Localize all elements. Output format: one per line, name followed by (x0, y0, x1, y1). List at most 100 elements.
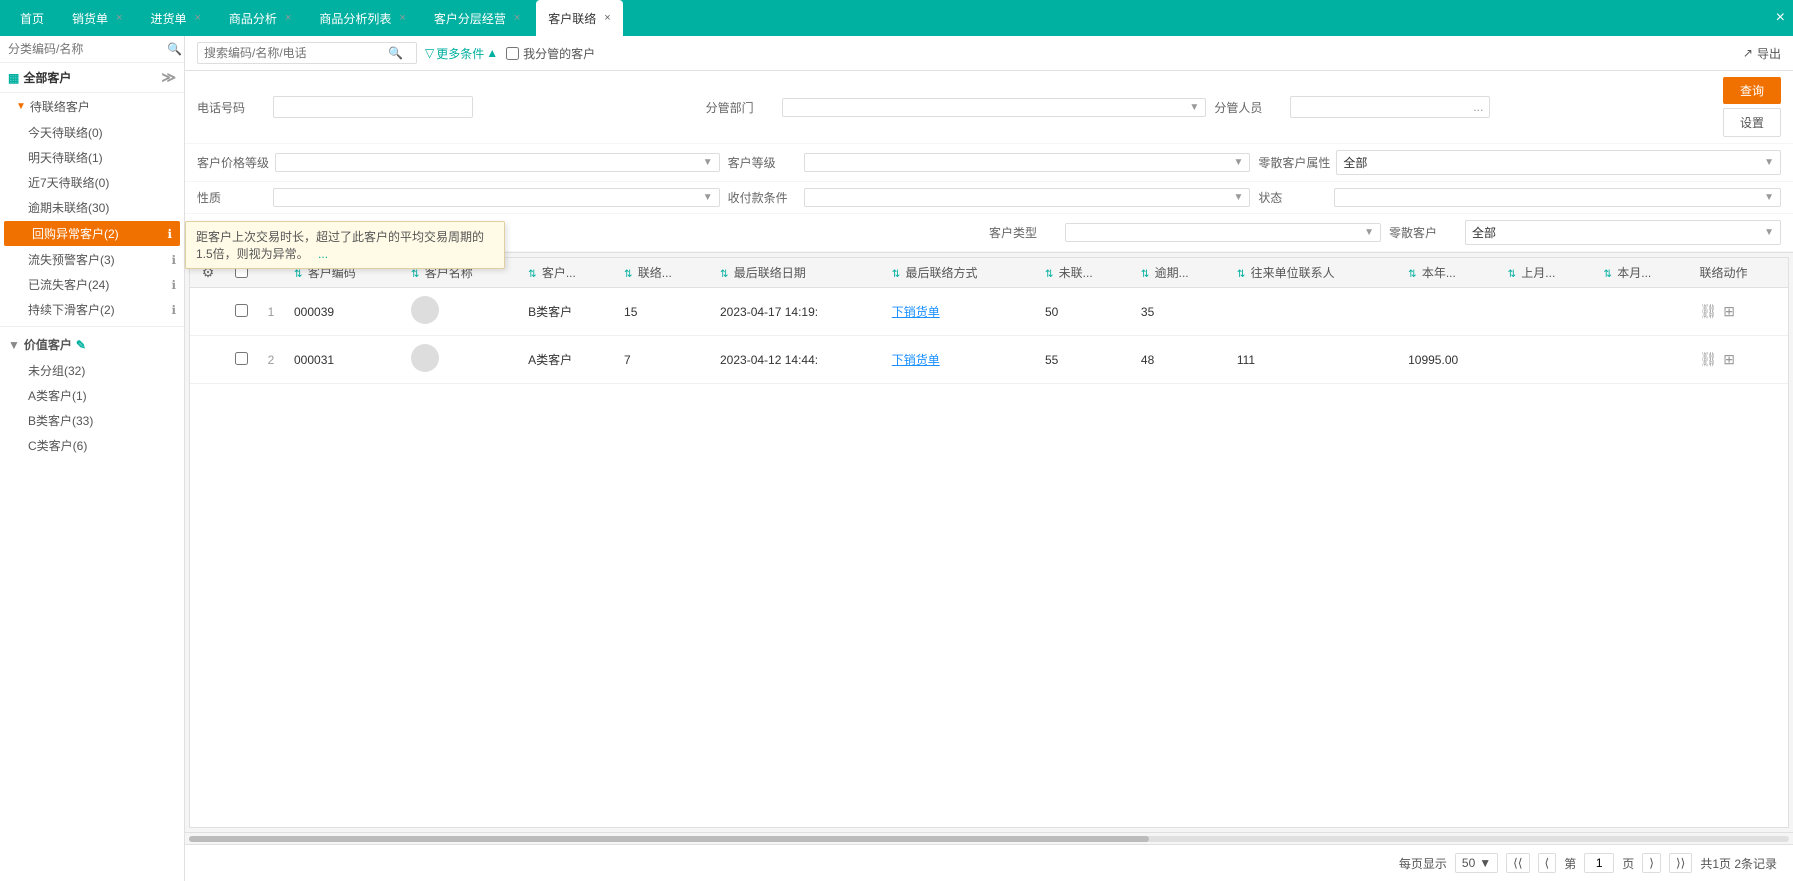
nav-tab-sales[interactable]: 销货单 × (60, 0, 134, 36)
sidebar-group-pending[interactable]: ▼ 待联络客户 (0, 93, 184, 120)
row2-action-grid-icon[interactable]: ⊞ (1723, 351, 1735, 368)
phone-input[interactable] (273, 96, 473, 118)
row1-last-contact-method[interactable]: 下销货单 (884, 288, 1037, 336)
my-customers-checkbox[interactable]: 我分管的客户 (506, 45, 595, 62)
sidebar-item-ungrouped[interactable]: 未分组(32) (0, 358, 184, 383)
row1-checkbox[interactable] (226, 288, 256, 336)
row2-avatar (411, 344, 439, 372)
row1-select[interactable] (235, 304, 248, 317)
first-page-btn[interactable]: ⟨⟨ (1506, 853, 1529, 873)
sidebar-group-value[interactable]: ▼ 价值客户 ✎ (0, 331, 184, 358)
gender-arrow: ▼ (703, 192, 713, 203)
nav-tab-home[interactable]: 首页 (8, 0, 56, 36)
sidebar-item-churn-warning[interactable]: 流失预警客户(3) ℹ (0, 247, 184, 272)
payment-arrow: ▼ (1233, 192, 1243, 203)
close-customer-contact-tab[interactable]: × (604, 12, 610, 24)
retail-select[interactable]: 全部 ▼ (1465, 220, 1781, 245)
my-customers-check[interactable] (506, 47, 519, 60)
row2-action-link-icon[interactable]: ⛓ (1699, 351, 1717, 368)
col-last-month[interactable]: ⇅ 上月... (1500, 258, 1596, 288)
payment-select[interactable]: ▼ (804, 188, 1251, 207)
nav-tab-customer-contact[interactable]: 客户联络 × (536, 0, 622, 36)
scrollbar-track[interactable] (189, 836, 1789, 842)
customer-type-select[interactable]: ▼ (1065, 223, 1381, 242)
row2-code[interactable]: 000031 (286, 336, 403, 384)
col-this-month[interactable]: ⇅ 本月... (1596, 258, 1692, 288)
row2-checkbox[interactable] (226, 336, 256, 384)
all-customers-item[interactable]: ▦ 全部客户 ≫ (0, 63, 184, 93)
next-page-btn[interactable]: ⟩ (1642, 853, 1661, 873)
col-this-year[interactable]: ⇅ 本年... (1400, 258, 1499, 288)
col-last-contact-date[interactable]: ⇅ 最后联络日期 (712, 258, 884, 288)
search-input[interactable] (204, 46, 384, 60)
sidebar-item-class-c[interactable]: C类客户(6) (0, 433, 184, 458)
price-level-select[interactable]: ▼ (275, 153, 720, 172)
horizontal-scrollbar[interactable] (185, 832, 1793, 844)
close-sales-tab[interactable]: × (116, 12, 122, 24)
status-select[interactable]: ▼ (1334, 188, 1781, 207)
close-product-analysis-tab[interactable]: × (285, 12, 291, 24)
nav-tab-purchase[interactable]: 进货单 × (138, 0, 212, 36)
last-page-btn[interactable]: ⟩⟩ (1669, 853, 1692, 873)
tooltip-more-btn[interactable]: ... (318, 247, 328, 261)
filter-actions: 查询 设置 (1723, 77, 1781, 137)
sidebar-search-input[interactable] (8, 42, 163, 56)
nav-tab-customer-segment[interactable]: 客户分层经营 × (422, 0, 532, 36)
close-all-tabs[interactable]: × (1776, 9, 1785, 27)
prev-page-btn[interactable]: ⟨ (1538, 853, 1557, 873)
export-btn[interactable]: ↗ 导出 (1743, 45, 1781, 62)
row2-select[interactable] (235, 352, 248, 365)
sidebar-item-class-b[interactable]: B类客户(33) (0, 408, 184, 433)
customer-level-select[interactable]: ▼ (804, 153, 1251, 172)
col-uncontacted[interactable]: ⇅ 未联... (1037, 258, 1133, 288)
sidebar-search-icon[interactable]: 🔍 (167, 42, 182, 56)
status-arrow: ▼ (1764, 192, 1774, 203)
close-customer-segment-tab[interactable]: × (514, 12, 520, 24)
row2-last-contact-method[interactable]: 下销货单 (884, 336, 1037, 384)
row1-avatar (411, 296, 439, 324)
gender-select[interactable]: ▼ (273, 188, 720, 207)
row1-action-link-icon[interactable]: ⛓ (1699, 303, 1717, 320)
sidebar-item-repurchase-abnormal[interactable]: 回购异常客户(2) ℹ (4, 221, 180, 246)
dept-select[interactable]: ▼ (782, 98, 1207, 117)
person-select-dots[interactable]: ... (1473, 100, 1483, 114)
search-icon[interactable]: 🔍 (388, 46, 403, 60)
sidebar-item-today-pending[interactable]: 今天待联络(0) (0, 120, 184, 145)
row2-contact-count: 7 (616, 336, 712, 384)
close-purchase-tab[interactable]: × (194, 12, 200, 24)
col-partner-contacts[interactable]: ⇅ 往来单位联系人 (1229, 258, 1400, 288)
nav-tab-product-analysis[interactable]: 商品分析 × (217, 0, 303, 36)
sidebar-item-tomorrow-pending[interactable]: 明天待联络(1) (0, 145, 184, 170)
sidebar-item-7days-pending[interactable]: 近7天待联络(0) (0, 170, 184, 195)
row1-action-grid-icon[interactable]: ⊞ (1723, 303, 1735, 320)
row1-overdue: 35 (1133, 288, 1229, 336)
person-select[interactable]: ... (1290, 96, 1490, 118)
pagination: 每页显示 50 ▼ ⟨⟨ ⟨ 第 页 ⟩ ⟩⟩ 共1页 2条记录 (185, 844, 1793, 881)
close-product-list-tab[interactable]: × (399, 12, 405, 24)
sidebar-item-churned[interactable]: 已流失客户(24) ℹ (0, 272, 184, 297)
retail-attr-select[interactable]: 全部 ▼ (1336, 150, 1781, 175)
row1-name[interactable] (403, 288, 520, 336)
sidebar-item-overdue-pending[interactable]: 逾期未联络(30) (0, 195, 184, 220)
nav-tab-product-list[interactable]: 商品分析列表 × (307, 0, 417, 36)
collapse-sidebar-btn[interactable]: ≫ (161, 69, 176, 86)
more-conditions-btn[interactable]: ▽ 更多条件 ▲ (425, 45, 498, 62)
table-area: ⚙ ⇅ 客户编码 ⇅ 客户名称 (189, 257, 1789, 828)
row2-uncontacted: 55 (1037, 336, 1133, 384)
scrollbar-thumb[interactable] (189, 836, 1149, 842)
row1-code[interactable]: 000039 (286, 288, 403, 336)
sidebar-item-declining[interactable]: 持续下滑客户(2) ℹ (0, 297, 184, 322)
col-last-contact-method[interactable]: ⇅ 最后联络方式 (884, 258, 1037, 288)
col-category[interactable]: ⇅ 客户... (520, 258, 616, 288)
row2-name[interactable] (403, 336, 520, 384)
col-overdue[interactable]: ⇅ 逾期... (1133, 258, 1229, 288)
query-button[interactable]: 查询 (1723, 77, 1781, 104)
row1-action: ⛓ ⊞ (1691, 288, 1788, 336)
page-size-select[interactable]: 50 ▼ (1455, 853, 1498, 873)
row1-uncontacted: 50 (1037, 288, 1133, 336)
col-contact-count[interactable]: ⇅ 联络... (616, 258, 712, 288)
sidebar-item-class-a[interactable]: A类客户(1) (0, 383, 184, 408)
edit-value-customers-btn[interactable]: ✎ (76, 338, 86, 352)
settings-button[interactable]: 设置 (1723, 108, 1781, 137)
page-number-input[interactable] (1584, 853, 1614, 873)
